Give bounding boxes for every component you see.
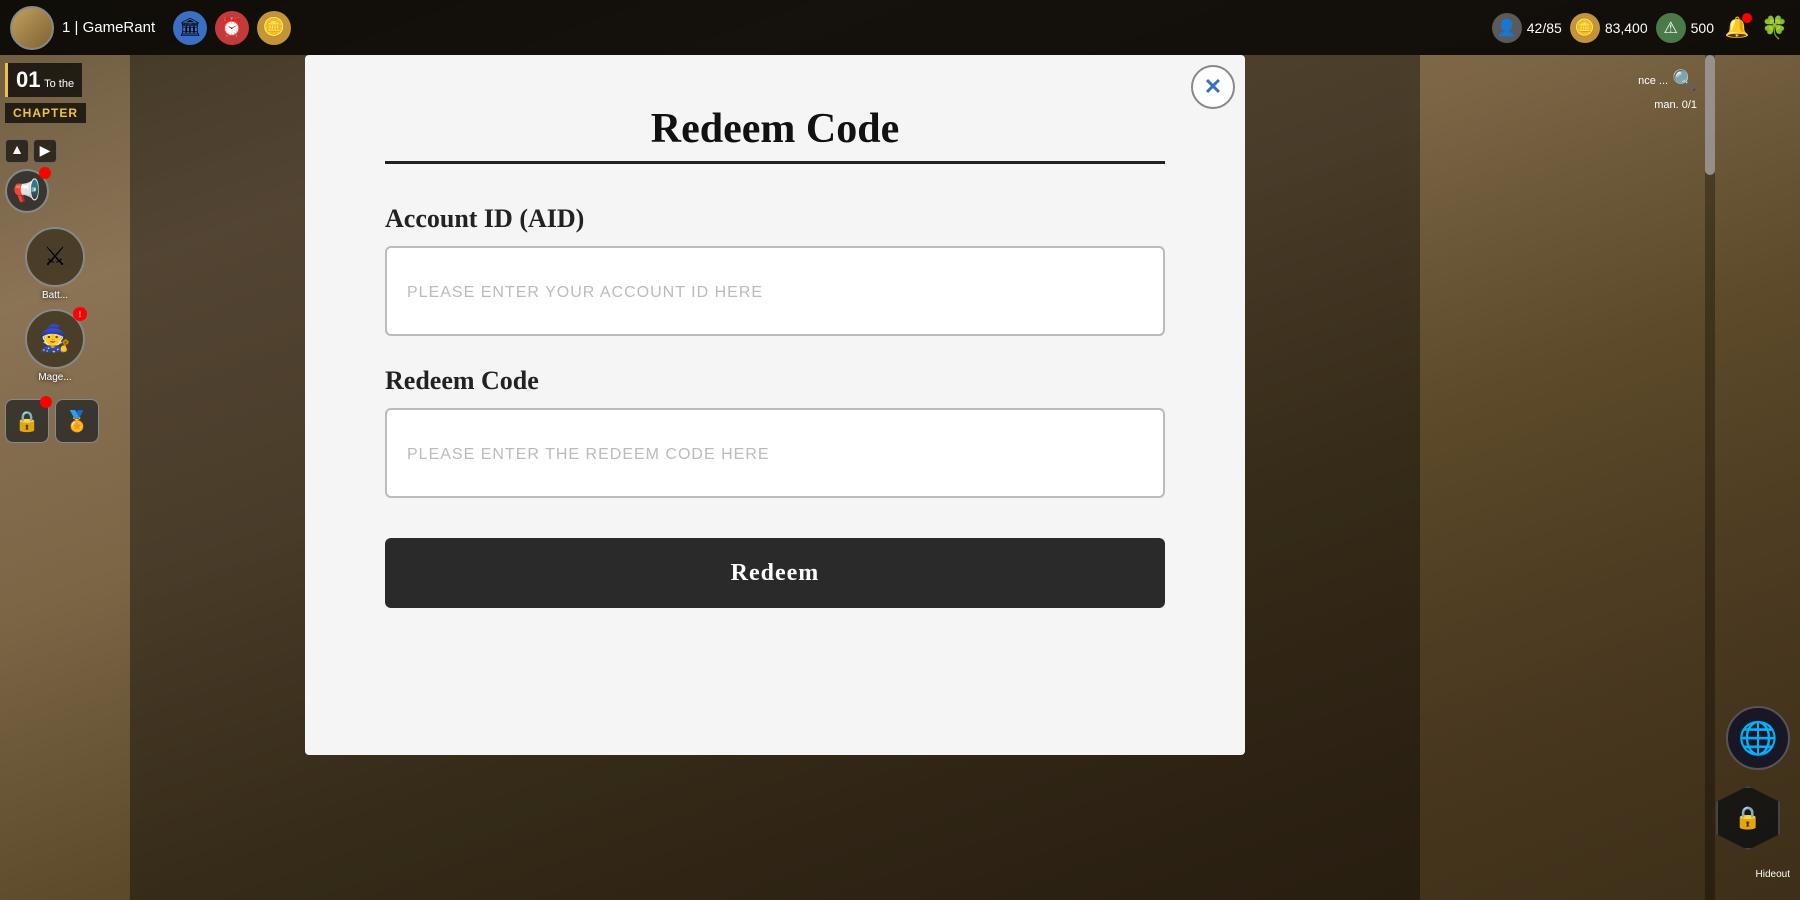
redeem-code-input[interactable] xyxy=(385,408,1165,498)
megaphone-badge xyxy=(39,167,51,179)
building-icon[interactable]: 🏛 xyxy=(173,11,207,45)
nav-right-button[interactable]: ▶ xyxy=(33,139,57,163)
submit-button[interactable]: Redeem xyxy=(385,538,1165,608)
lock-button[interactable]: 🔒 xyxy=(5,399,49,443)
coins-stat: 🪙 83,400 xyxy=(1570,13,1648,43)
search-icon[interactable]: 🔍 xyxy=(1672,68,1697,93)
sidebar-item-mage[interactable]: 🧙 ! Mage... xyxy=(5,309,105,383)
account-id-input[interactable] xyxy=(385,246,1165,336)
search-text: nce ... xyxy=(1638,75,1668,87)
sidebar-mage-label: Mage... xyxy=(38,372,71,383)
chapter-label: 01 To the xyxy=(5,63,82,97)
right-stat-text: man. 0/1 xyxy=(1654,99,1697,111)
modal-close-button[interactable]: ✕ xyxy=(1191,65,1235,109)
server-label: 1 | GameRant xyxy=(62,19,155,36)
modal-overlay: ✕ Redeem Code Account ID (AID) Redeem Co… xyxy=(130,55,1420,900)
clover-icon[interactable]: 🍀 xyxy=(1760,13,1790,43)
bell-button[interactable]: 🔔 xyxy=(1722,13,1752,43)
mage-icon: 🧙 ! xyxy=(25,309,85,369)
medal-button[interactable]: 🏅 xyxy=(55,399,99,443)
search-area: nce ... 🔍 xyxy=(1638,68,1697,93)
person-icon: 👤 xyxy=(1492,13,1522,43)
hideout-button-area[interactable]: 🔒 Hideout xyxy=(1756,867,1790,880)
clock-icon[interactable]: ⏰ xyxy=(215,11,249,45)
nav-up-button[interactable]: ▲ xyxy=(5,139,29,163)
hideout-label: Hideout xyxy=(1756,869,1790,880)
hud-bar: 1 | GameRant 🏛 ⏰ 🪙 👤 42/85 🪙 83,400 ⚠ 50… xyxy=(0,0,1800,55)
shield-icon: ⚠ xyxy=(1656,13,1686,43)
modal-title: Redeem Code xyxy=(385,105,1165,153)
redeem-code-modal: ✕ Redeem Code Account ID (AID) Redeem Co… xyxy=(305,55,1245,755)
sidebar-battle-label: Batt... xyxy=(42,290,68,301)
bell-badge xyxy=(1742,13,1752,23)
globe-button[interactable]: 🌐 xyxy=(1726,706,1790,770)
gold-coin-icon: 🪙 xyxy=(1570,13,1600,43)
mage-badge: ! xyxy=(73,307,87,321)
sidebar-item-battle[interactable]: ⚔ Batt... xyxy=(5,227,105,301)
battle-icon: ⚔ xyxy=(25,227,85,287)
megaphone-button[interactable]: 📢 xyxy=(5,169,49,213)
health-stat: 👤 42/85 xyxy=(1492,13,1562,43)
scrollbar-thumb[interactable] xyxy=(1705,55,1715,175)
redeem-code-label: Redeem Code xyxy=(385,366,1165,396)
scrollbar-track[interactable] xyxy=(1705,55,1715,900)
lock-badge xyxy=(40,396,52,408)
coin-icon[interactable]: 🪙 xyxy=(257,11,291,45)
shield-stat: ⚠ 500 xyxy=(1656,13,1714,43)
account-id-label: Account ID (AID) xyxy=(385,204,1165,234)
chapter-sub: CHAPTER xyxy=(5,103,86,123)
avatar xyxy=(10,6,54,50)
nav-arrow-area: ▲ ▶ xyxy=(5,139,57,163)
modal-divider xyxy=(385,161,1165,164)
